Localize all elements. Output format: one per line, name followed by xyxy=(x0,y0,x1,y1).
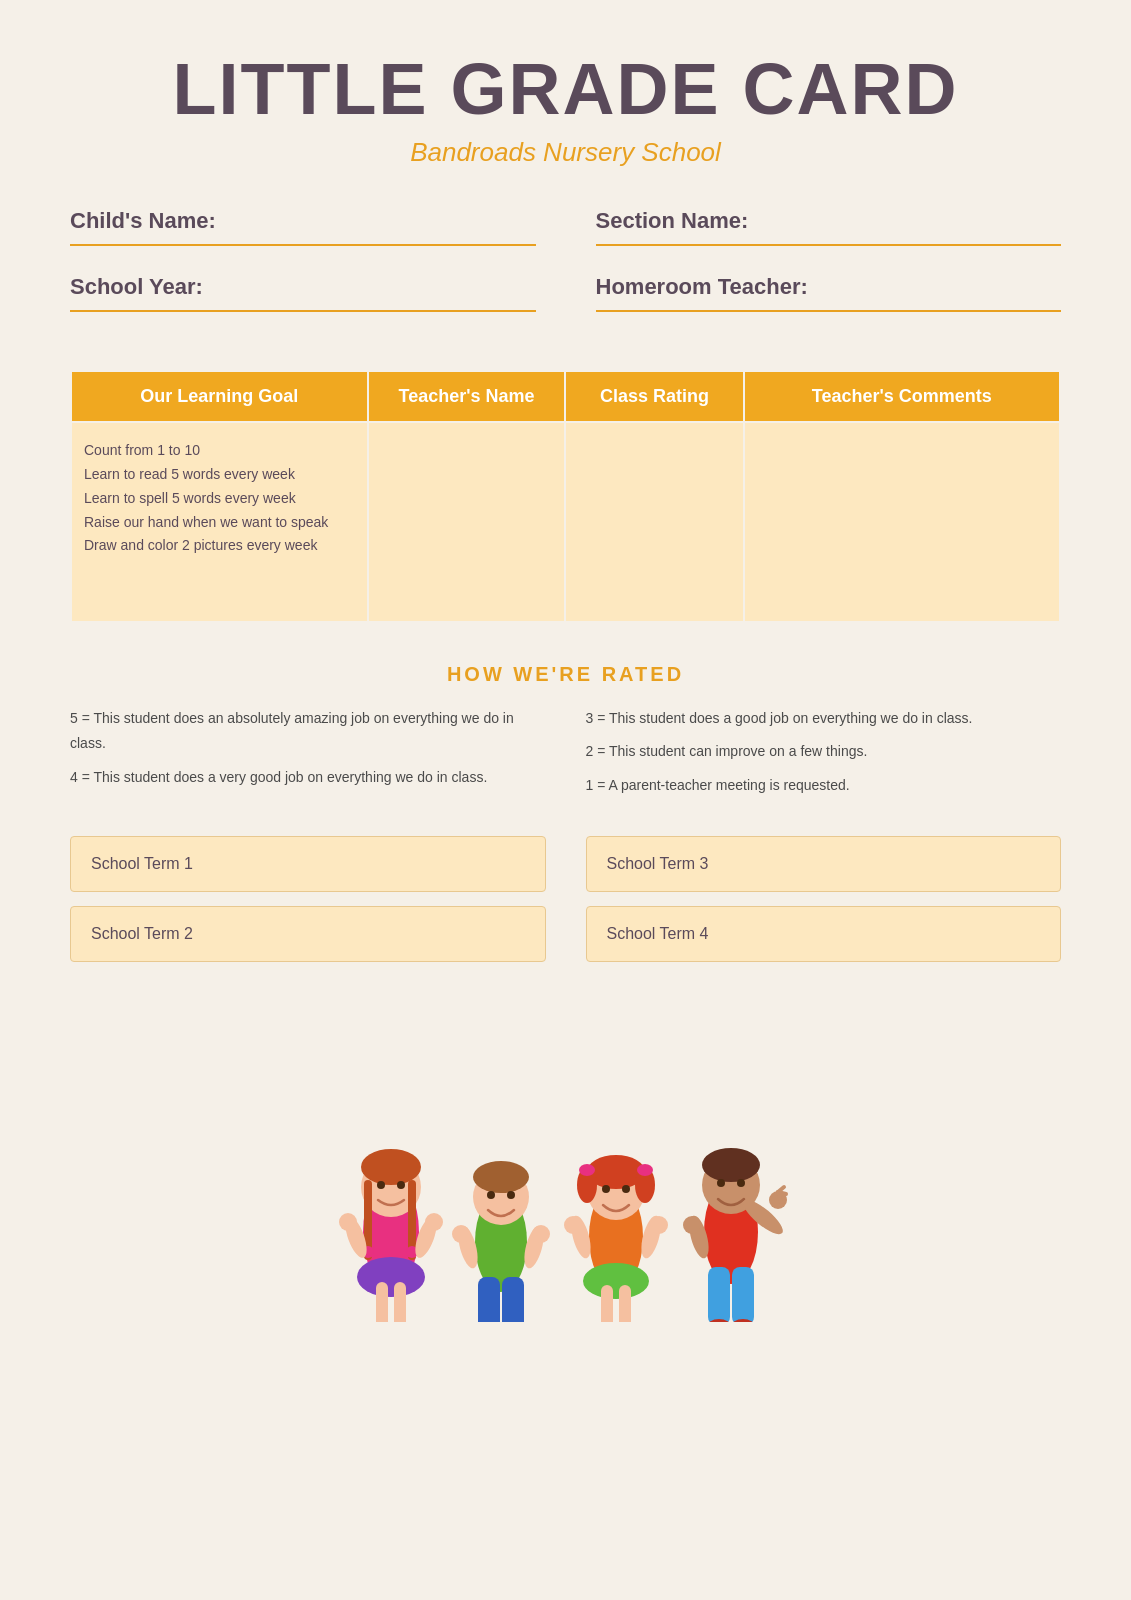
table-row: Count from 1 to 10Learn to read 5 words … xyxy=(71,422,1060,622)
school-name: Bandroads Nursery School xyxy=(70,137,1061,168)
form-section: Child's Name: Section Name: School Year:… xyxy=(70,208,1061,330)
section-name-label: Section Name: xyxy=(596,208,1062,234)
svg-point-16 xyxy=(339,1213,357,1231)
svg-rect-19 xyxy=(478,1277,500,1322)
svg-point-17 xyxy=(425,1213,443,1231)
svg-point-55 xyxy=(702,1148,760,1182)
goal-item: Count from 1 to 10 xyxy=(84,439,355,463)
homeroom-teacher-label: Homeroom Teacher: xyxy=(596,274,1062,300)
svg-point-42 xyxy=(637,1164,653,1176)
col-teacher-comments: Teacher's Comments xyxy=(744,371,1061,422)
svg-point-12 xyxy=(377,1181,385,1189)
svg-point-43 xyxy=(602,1185,610,1193)
svg-rect-51 xyxy=(732,1267,754,1322)
teacher-comments-cell xyxy=(744,422,1061,622)
svg-point-7 xyxy=(361,1149,421,1185)
section-name-line xyxy=(596,244,1062,246)
school-year-label: School Year: xyxy=(70,274,536,300)
svg-point-29 xyxy=(452,1225,470,1243)
goals-list: Count from 1 to 10Learn to read 5 words … xyxy=(84,439,355,558)
term-box-4: School Term 4 xyxy=(586,906,1062,962)
teacher-name-cell xyxy=(368,422,566,622)
svg-point-44 xyxy=(622,1185,630,1193)
svg-point-1 xyxy=(357,1257,425,1297)
rating-grid: 5 = This student does an absolutely amaz… xyxy=(70,706,1061,806)
goals-cell: Count from 1 to 10Learn to read 5 words … xyxy=(71,422,368,622)
term-box-3: School Term 3 xyxy=(586,836,1062,892)
svg-point-56 xyxy=(717,1179,725,1187)
svg-rect-33 xyxy=(601,1285,613,1322)
svg-point-25 xyxy=(487,1191,495,1199)
col-class-rating: Class Rating xyxy=(565,371,743,422)
svg-point-41 xyxy=(579,1164,595,1176)
homeroom-teacher-field: Homeroom Teacher: xyxy=(596,274,1062,312)
child-name-field: Child's Name: xyxy=(70,208,536,246)
school-year-field: School Year: xyxy=(70,274,536,312)
rating-right: 3 = This student does a good job on ever… xyxy=(586,706,1062,806)
svg-point-59 xyxy=(683,1216,701,1234)
svg-point-26 xyxy=(507,1191,515,1199)
svg-point-48 xyxy=(650,1216,668,1234)
col-teacher-name: Teacher's Name xyxy=(368,371,566,422)
rating-left: 5 = This student does an absolutely amaz… xyxy=(70,706,546,806)
goal-item: Raise our hand when we want to speak xyxy=(84,511,355,535)
svg-rect-2 xyxy=(376,1282,388,1322)
svg-rect-34 xyxy=(619,1285,631,1322)
terms-grid: School Term 1 School Term 3 School Term … xyxy=(70,836,1061,962)
svg-rect-20 xyxy=(502,1277,524,1322)
goal-item: Draw and color 2 pictures every week xyxy=(84,534,355,558)
rating-item: 4 = This student does a very good job on… xyxy=(70,765,546,790)
svg-point-57 xyxy=(737,1179,745,1187)
school-year-line xyxy=(70,310,536,312)
svg-point-24 xyxy=(473,1161,529,1193)
svg-point-30 xyxy=(532,1225,550,1243)
svg-rect-50 xyxy=(708,1267,730,1322)
goal-item: Learn to read 5 words every week xyxy=(84,463,355,487)
rating-item: 1 = A parent-teacher meeting is requeste… xyxy=(586,773,1062,798)
rating-item: 5 = This student does an absolutely amaz… xyxy=(70,706,546,756)
rating-item: 2 = This student can improve on a few th… xyxy=(586,739,1062,764)
rating-item: 3 = This student does a good job on ever… xyxy=(586,706,1062,731)
child-name-label: Child's Name: xyxy=(70,208,536,234)
section-name-field: Section Name: xyxy=(596,208,1062,246)
class-rating-cell xyxy=(565,422,743,622)
svg-point-47 xyxy=(564,1216,582,1234)
rating-title: HOW WE'RE RATED xyxy=(70,663,1061,686)
term-box-2: School Term 2 xyxy=(70,906,546,962)
page-title: LITTLE GRADE CARD xyxy=(70,50,1061,129)
svg-rect-3 xyxy=(394,1282,406,1322)
grade-table: Our Learning Goal Teacher's Name Class R… xyxy=(70,370,1061,623)
goal-item: Learn to spell 5 words every week xyxy=(84,487,355,511)
child-name-line xyxy=(70,244,536,246)
svg-point-13 xyxy=(397,1181,405,1189)
svg-point-32 xyxy=(583,1263,649,1299)
kids-svg xyxy=(276,1002,856,1322)
col-learning-goal: Our Learning Goal xyxy=(71,371,368,422)
kids-illustration xyxy=(70,1002,1061,1322)
homeroom-teacher-line xyxy=(596,310,1062,312)
term-box-1: School Term 1 xyxy=(70,836,546,892)
rating-section: HOW WE'RE RATED 5 = This student does an… xyxy=(70,663,1061,806)
